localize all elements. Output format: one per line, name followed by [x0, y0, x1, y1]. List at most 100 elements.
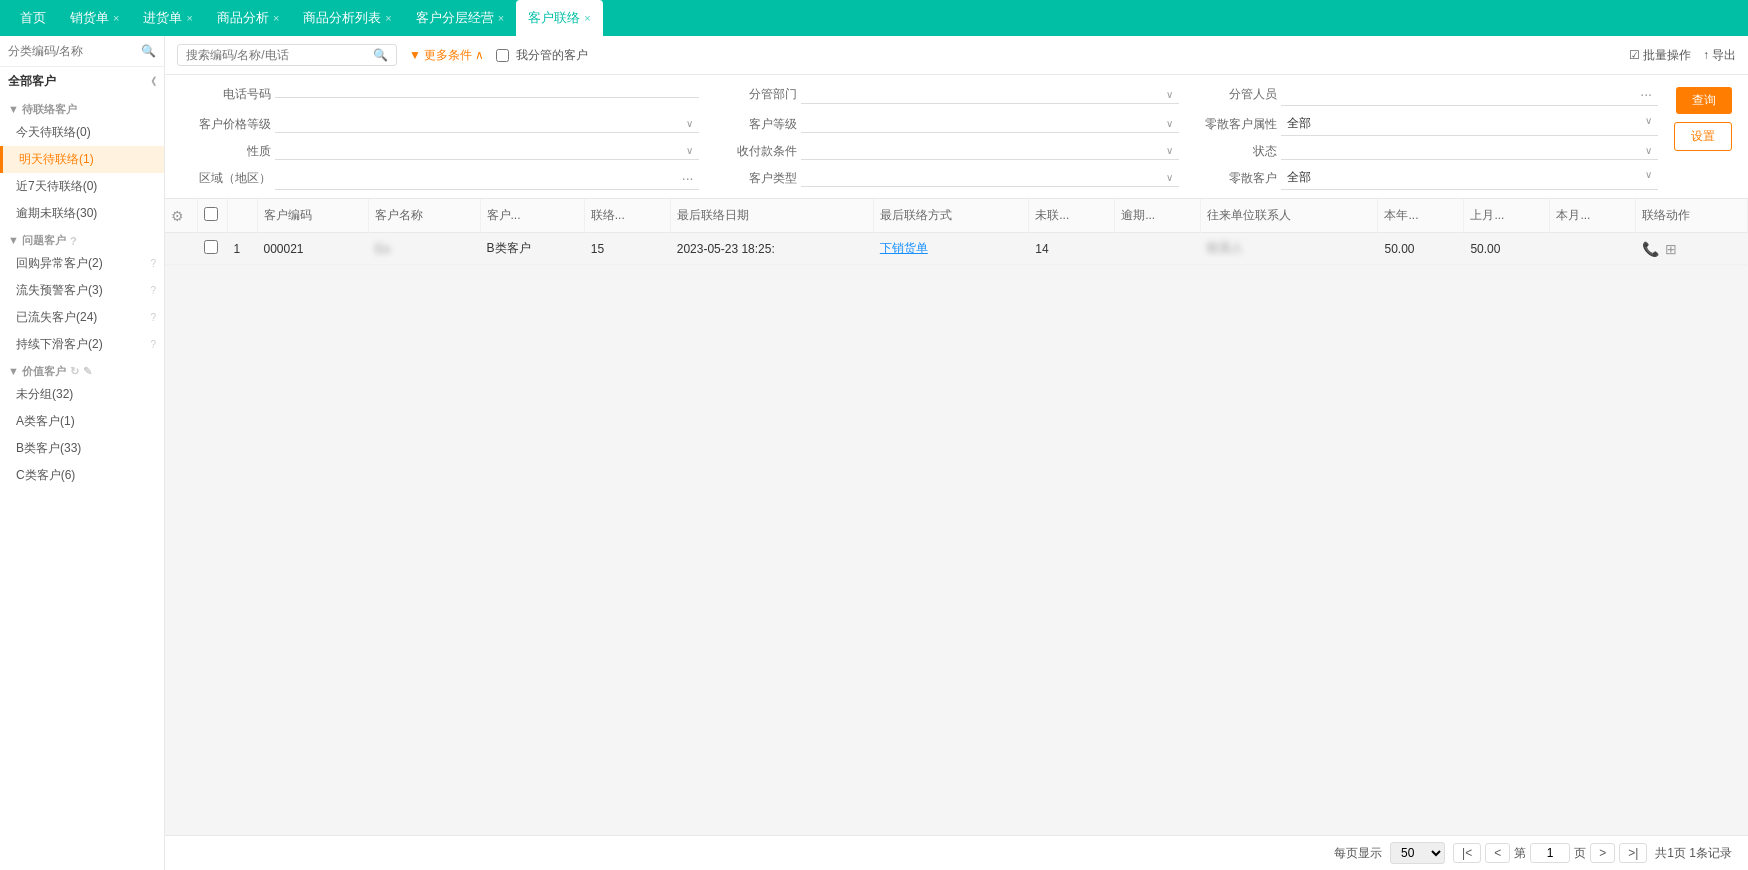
filter-chevron: ∧	[475, 48, 484, 62]
row-cust-name[interactable]: Ea	[369, 233, 481, 265]
table-header-row: ⚙ 客户编码 客户名称 客户...	[165, 199, 1748, 233]
sidebar-declining[interactable]: 持续下滑客户(2) ?	[0, 331, 164, 358]
payment-label: 收付款条件	[707, 143, 797, 160]
nav-home[interactable]: 首页	[8, 0, 58, 36]
row-cust-type: B类客户	[480, 233, 584, 265]
nav-goods-close[interactable]: ×	[273, 12, 279, 24]
first-page-btn[interactable]: |<	[1453, 843, 1481, 863]
status-select[interactable]: ∨	[1281, 142, 1658, 160]
prev-page-btn[interactable]: <	[1485, 843, 1510, 863]
my-customers-checkbox[interactable]	[496, 49, 509, 62]
sidebar-tomorrow-contact[interactable]: 明天待联络(1)	[0, 146, 164, 173]
col-contacts: 联络...	[584, 199, 670, 233]
sidebar-search-input[interactable]	[8, 44, 141, 58]
nav-customer-layer[interactable]: 客户分层经营 ×	[404, 0, 516, 36]
sidebar-7days-contact[interactable]: 近7天待联络(0)	[0, 173, 164, 200]
more-filter-btn[interactable]: ▼ 更多条件 ∧	[409, 47, 484, 64]
action-grid-icon[interactable]: ⊞	[1665, 241, 1677, 257]
top-nav: 首页 销货单 × 进货单 × 商品分析 × 商品分析列表 × 客户分层经营 × …	[0, 0, 1748, 36]
set-button[interactable]: 设置	[1674, 122, 1732, 151]
sidebar-unclassified[interactable]: 未分组(32)	[0, 381, 164, 408]
cust-type-select[interactable]: ∨	[801, 169, 1178, 187]
row-unit-contact: 联系人	[1201, 233, 1378, 265]
dept-arrow: ∨	[1166, 89, 1173, 100]
page-size-select[interactable]: 50 100 200	[1390, 842, 1445, 864]
settings-icon[interactable]: ⚙	[171, 208, 184, 224]
collapse-icon: 《	[146, 75, 156, 89]
col-last-month-label: 上月...	[1470, 208, 1504, 222]
filter-row-3: 性质 ∨ 收付款条件 ∨ 状态	[181, 142, 1658, 160]
sidebar-value-header: ▼ 价值客户 ↻ ✎	[0, 358, 164, 381]
search-bar: 🔍 ▼ 更多条件 ∧ 我分管的客户 ☑ 批量操作 ↑ 导出	[165, 36, 1748, 75]
search-icon[interactable]: 🔍	[373, 48, 388, 62]
col-cust-type: 客户...	[480, 199, 584, 233]
next-page-btn[interactable]: >	[1590, 843, 1615, 863]
sidebar-overdue-contact[interactable]: 逾期未联络(30)	[0, 200, 164, 227]
nav-customer-contact[interactable]: 客户联络 ×	[516, 0, 602, 36]
nature-select[interactable]: ∨	[275, 142, 699, 160]
churn-help: ?	[150, 285, 156, 296]
nav-sales[interactable]: 销货单 ×	[58, 0, 131, 36]
dept-label: 分管部门	[707, 86, 797, 103]
pagination: |< < 第 页 > >|	[1453, 843, 1647, 863]
sidebar-type-b[interactable]: B类客户(33)	[0, 435, 164, 462]
col-no-contact-label: 未联...	[1035, 208, 1069, 222]
value-edit-icon[interactable]: ✎	[83, 365, 92, 378]
sidebar-type-c[interactable]: C类客户(6)	[0, 462, 164, 489]
retail-attr-select[interactable]: 全部∨	[1281, 112, 1658, 136]
nav-purchase-close[interactable]: ×	[186, 12, 192, 24]
value-level-select[interactable]: ∨	[275, 115, 699, 133]
col-cust-code: 客户编码	[257, 199, 369, 233]
nav-customer-contact-close[interactable]: ×	[584, 12, 590, 24]
nav-customer-layer-close[interactable]: ×	[498, 12, 504, 24]
status-label: 状态	[1187, 143, 1277, 160]
query-button[interactable]: 查询	[1676, 87, 1732, 114]
cust-level-arrow: ∨	[1166, 118, 1173, 129]
col-last-date: 最后联络日期	[670, 199, 873, 233]
export-btn[interactable]: ↑ 导出	[1703, 47, 1736, 64]
col-cust-type-label: 客户...	[487, 208, 521, 222]
dept-select[interactable]: ∨	[801, 86, 1178, 104]
table-scroll-area[interactable]: ⚙ 客户编码 客户名称 客户...	[165, 199, 1748, 835]
region-label: 区域（地区）	[181, 170, 271, 187]
search-input[interactable]	[186, 48, 373, 62]
col-action: 联络动作	[1636, 199, 1748, 233]
my-customers-label[interactable]: 我分管的客户	[496, 47, 588, 64]
region-dots: ···	[682, 170, 694, 186]
row-last-method[interactable]: 下销货单	[873, 233, 1028, 265]
sidebar-type-a[interactable]: A类客户(1)	[0, 408, 164, 435]
last-page-btn[interactable]: >|	[1619, 843, 1647, 863]
nav-goods-analysis-list[interactable]: 商品分析列表 ×	[291, 0, 403, 36]
col-cust-code-label: 客户编码	[264, 208, 312, 222]
value-refresh-icon[interactable]: ↻	[70, 365, 79, 378]
sidebar-all-customers[interactable]: 全部客户 《	[0, 67, 164, 96]
sidebar-today-contact[interactable]: 今天待联络(0)	[0, 119, 164, 146]
sidebar-repurchase-abnormal[interactable]: 回购异常客户(2) ?	[0, 250, 164, 277]
retail-cust-select[interactable]: 全部∨	[1281, 166, 1658, 190]
manager-label: 分管人员	[1187, 86, 1277, 103]
payment-select[interactable]: ∨	[801, 142, 1178, 160]
problem-help-icon[interactable]: ?	[70, 235, 77, 247]
nav-goods-analysis[interactable]: 商品分析 ×	[205, 0, 291, 36]
row-overdue	[1115, 233, 1201, 265]
sidebar-churned[interactable]: 已流失客户(24) ?	[0, 304, 164, 331]
nav-goods-list-close[interactable]: ×	[385, 12, 391, 24]
page-number-input[interactable]	[1530, 843, 1570, 863]
nature-arrow: ∨	[686, 145, 693, 156]
select-all-checkbox[interactable]	[204, 207, 218, 221]
cust-level-select[interactable]: ∨	[801, 115, 1178, 133]
nav-sales-close[interactable]: ×	[113, 12, 119, 24]
col-unit-contact-label: 往来单位联系人	[1207, 208, 1291, 222]
manager-select[interactable]: ···	[1281, 83, 1658, 106]
nav-purchase[interactable]: 进货单 ×	[131, 0, 204, 36]
region-select[interactable]: ···	[275, 167, 699, 190]
row-checkbox[interactable]	[204, 240, 218, 254]
batch-op-btn[interactable]: ☑ 批量操作	[1629, 47, 1691, 64]
col-unit-contact: 往来单位联系人	[1201, 199, 1378, 233]
action-phone-icon[interactable]: 📞	[1642, 241, 1659, 257]
sidebar-search-icon[interactable]: 🔍	[141, 44, 156, 58]
sidebar-churn-warning[interactable]: 流失预警客户(3) ?	[0, 277, 164, 304]
row-contacts: 15	[584, 233, 670, 265]
cust-type-arrow: ∨	[1166, 172, 1173, 183]
action-icons: 📞 ⊞	[1642, 241, 1741, 257]
